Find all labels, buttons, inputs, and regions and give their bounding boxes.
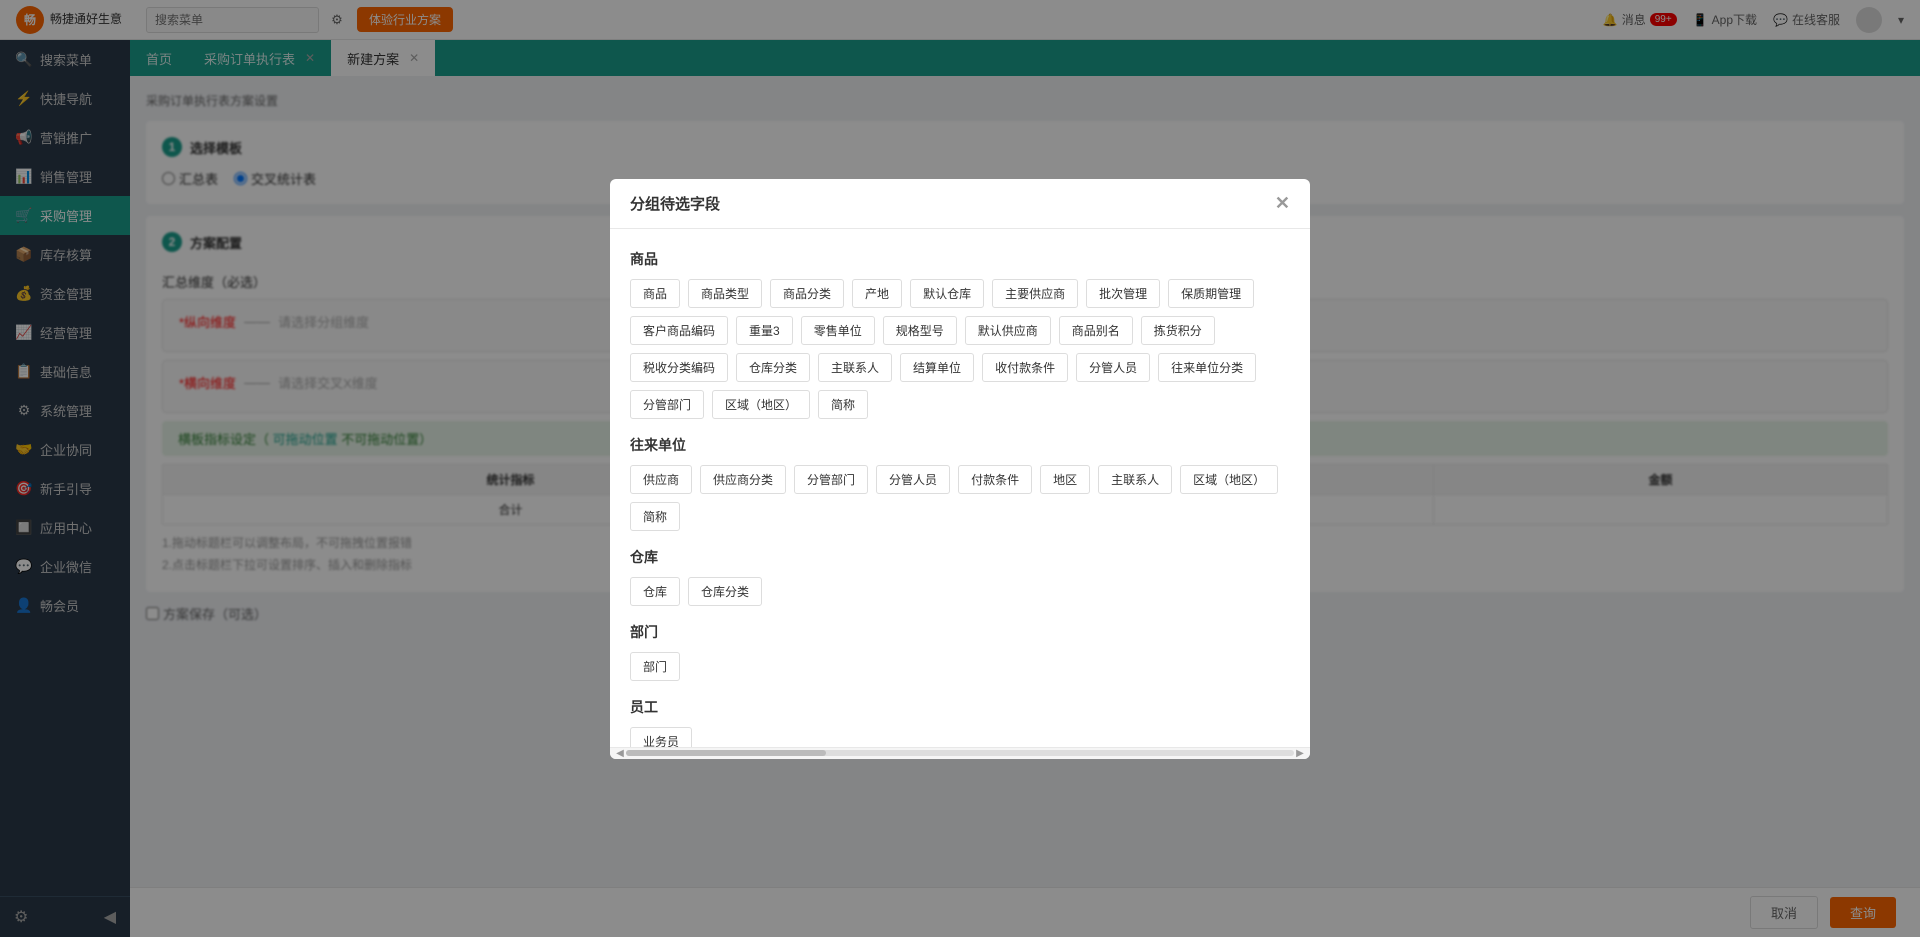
field-tag-1-8[interactable]: 简称 — [630, 502, 680, 531]
field-tag-0-14[interactable]: 拣货积分 — [1141, 316, 1215, 345]
field-tag-1-6[interactable]: 主联系人 — [1098, 465, 1172, 494]
field-tag-1-1[interactable]: 供应商分类 — [700, 465, 786, 494]
field-tag-0-1[interactable]: 商品类型 — [688, 279, 762, 308]
field-tag-0-15[interactable]: 税收分类编码 — [630, 353, 728, 382]
section-title-0: 商品 — [630, 249, 1290, 269]
section-title-3: 部门 — [630, 622, 1290, 642]
field-tag-0-18[interactable]: 结算单位 — [900, 353, 974, 382]
field-tag-1-3[interactable]: 分管人员 — [876, 465, 950, 494]
field-tag-4-0[interactable]: 业务员 — [630, 727, 692, 747]
field-tag-0-16[interactable]: 仓库分类 — [736, 353, 810, 382]
field-tag-0-22[interactable]: 分管部门 — [630, 390, 704, 419]
field-tag-0-17[interactable]: 主联系人 — [818, 353, 892, 382]
field-tag-0-5[interactable]: 主要供应商 — [992, 279, 1078, 308]
field-tag-1-4[interactable]: 付款条件 — [958, 465, 1032, 494]
field-select-modal: 分组待选字段 ✕ 商品商品商品类型商品分类产地默认仓库主要供应商批次管理保质期管… — [610, 179, 1310, 759]
section-title-1: 往来单位 — [630, 435, 1290, 455]
field-tag-0-12[interactable]: 默认供应商 — [965, 316, 1051, 345]
section-title-4: 员工 — [630, 697, 1290, 717]
field-tag-0-0[interactable]: 商品 — [630, 279, 680, 308]
scroll-track — [626, 750, 1294, 756]
field-tag-0-8[interactable]: 客户商品编码 — [630, 316, 728, 345]
field-tag-0-3[interactable]: 产地 — [852, 279, 902, 308]
scroll-thumb — [626, 750, 826, 756]
field-tag-3-0[interactable]: 部门 — [630, 652, 680, 681]
field-tag-1-7[interactable]: 区域（地区） — [1180, 465, 1278, 494]
field-tag-2-0[interactable]: 仓库 — [630, 577, 680, 606]
field-grid-2: 仓库仓库分类 — [630, 577, 1290, 606]
field-tag-0-23[interactable]: 区域（地区） — [712, 390, 810, 419]
modal-footer-scroll: ◀ ▶ — [610, 747, 1310, 759]
field-tag-0-6[interactable]: 批次管理 — [1086, 279, 1160, 308]
section-title-2: 仓库 — [630, 547, 1290, 567]
modal-title: 分组待选字段 — [630, 193, 720, 214]
field-tag-1-2[interactable]: 分管部门 — [794, 465, 868, 494]
field-tag-0-10[interactable]: 零售单位 — [801, 316, 875, 345]
field-grid-0: 商品商品类型商品分类产地默认仓库主要供应商批次管理保质期管理客户商品编码重量3 零… — [630, 279, 1290, 419]
field-tag-1-0[interactable]: 供应商 — [630, 465, 692, 494]
field-tag-0-4[interactable]: 默认仓库 — [910, 279, 984, 308]
field-tag-0-13[interactable]: 商品别名 — [1059, 316, 1133, 345]
field-tag-1-5[interactable]: 地区 — [1040, 465, 1090, 494]
field-tag-0-2[interactable]: 商品分类 — [770, 279, 844, 308]
field-tag-0-11[interactable]: 规格型号 — [883, 316, 957, 345]
field-tag-0-19[interactable]: 收付款条件 — [982, 353, 1068, 382]
field-grid-1: 供应商供应商分类分管部门分管人员付款条件地区主联系人区域（地区） 简称 — [630, 465, 1290, 531]
field-tag-0-20[interactable]: 分管人员 — [1076, 353, 1150, 382]
field-grid-3: 部门 — [630, 652, 1290, 681]
scroll-left-arrow[interactable]: ◀ — [614, 747, 626, 759]
field-grid-4: 业务员 — [630, 727, 1290, 747]
scroll-right-arrow[interactable]: ▶ — [1294, 747, 1306, 759]
field-tag-0-21[interactable]: 往来单位分类 — [1158, 353, 1256, 382]
modal-body[interactable]: 商品商品商品类型商品分类产地默认仓库主要供应商批次管理保质期管理客户商品编码重量… — [610, 229, 1310, 747]
field-tag-0-24[interactable]: 简称 — [818, 390, 868, 419]
field-tag-0-9[interactable]: 重量3 — [736, 316, 793, 345]
modal-close-btn[interactable]: ✕ — [1275, 193, 1290, 214]
modal-overlay: 分组待选字段 ✕ 商品商品商品类型商品分类产地默认仓库主要供应商批次管理保质期管… — [0, 0, 1920, 937]
modal-header: 分组待选字段 ✕ — [610, 179, 1310, 229]
field-tag-0-7[interactable]: 保质期管理 — [1168, 279, 1254, 308]
field-tag-2-1[interactable]: 仓库分类 — [688, 577, 762, 606]
